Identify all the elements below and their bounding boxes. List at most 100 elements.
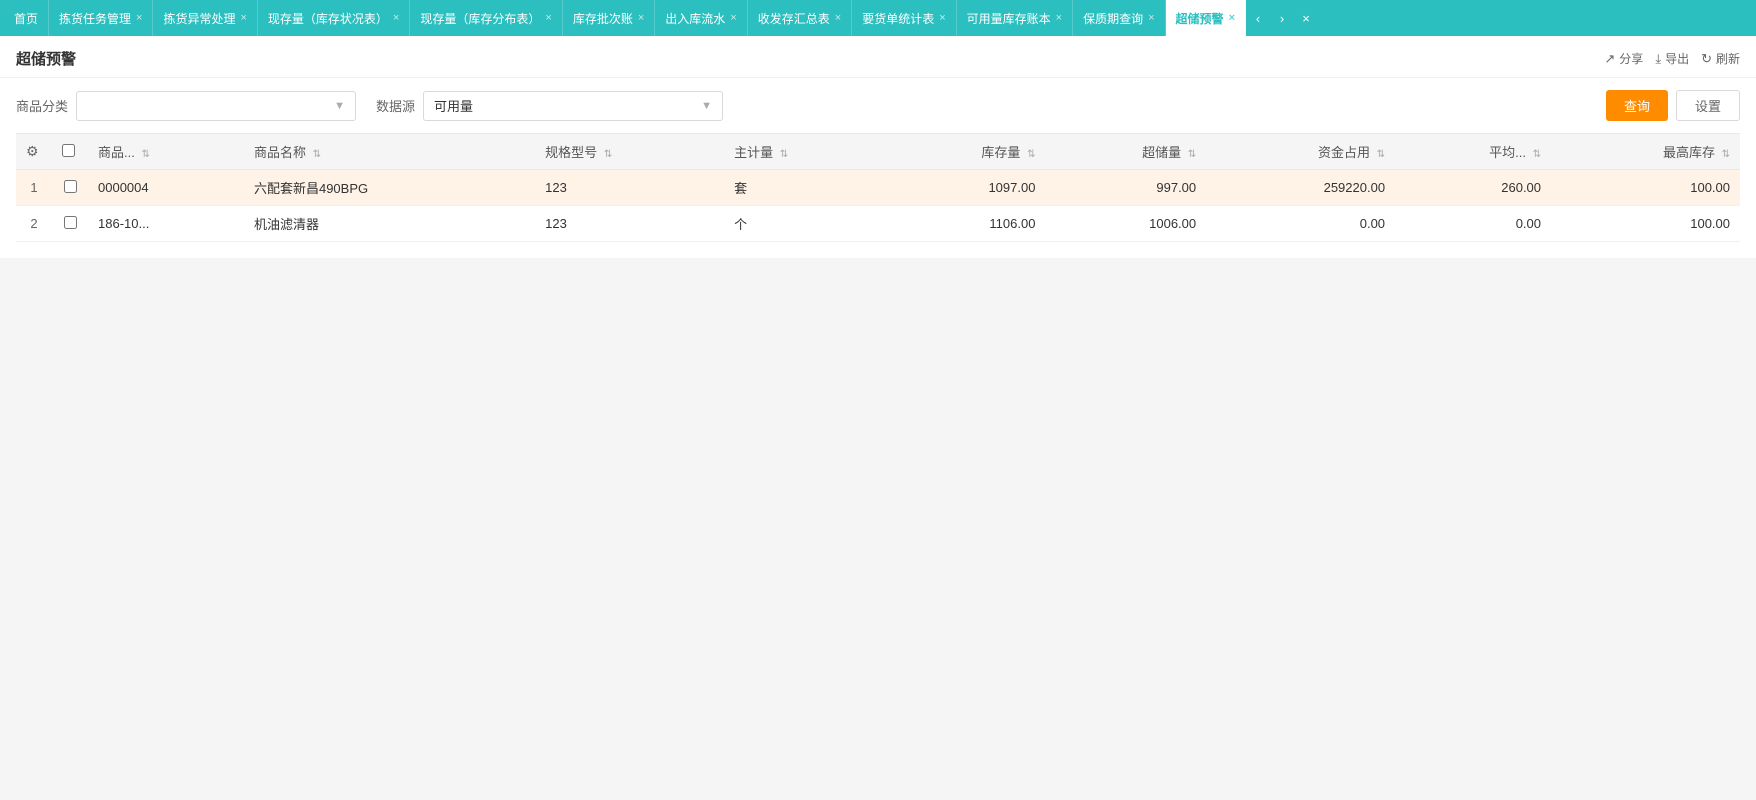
category-chevron-down-icon: ▼ — [334, 100, 345, 112]
datasource-label: 数据源 — [376, 96, 415, 115]
nav-tab-task[interactable]: 拣货任务管理 × — [49, 0, 153, 36]
select-all-checkbox[interactable] — [62, 144, 75, 157]
export-button[interactable]: ⤓ 导出 — [1655, 50, 1689, 67]
share-icon: ↗ — [1604, 51, 1615, 67]
close-exception-icon[interactable]: × — [240, 12, 246, 24]
row-name-0: 六配套新昌490BPG — [244, 170, 535, 206]
row-avg-0: 260.00 — [1395, 170, 1551, 206]
sort-capital-icon: ⇅ — [1377, 149, 1385, 160]
header-actions: ↗ 分享 ⤓ 导出 ↻ 刷新 — [1604, 50, 1740, 67]
row-num-1: 2 — [16, 206, 52, 242]
refresh-button[interactable]: ↻ 刷新 — [1701, 50, 1740, 67]
share-button[interactable]: ↗ 分享 — [1604, 50, 1643, 67]
close-task-icon[interactable]: × — [136, 12, 142, 24]
close-stock-dist-icon[interactable]: × — [545, 12, 551, 24]
sort-code-icon: ⇅ — [141, 149, 149, 160]
category-filter: 商品分类 ▼ — [16, 91, 356, 121]
row-checkbox-1[interactable] — [64, 216, 77, 229]
nav-tab-stock-status[interactable]: 现存量（库存状况表） × — [258, 0, 410, 36]
nav-tab-home[interactable]: 首页 — [4, 0, 49, 36]
close-collect-icon[interactable]: × — [835, 12, 841, 24]
column-settings-icon[interactable]: ⚙ — [26, 143, 39, 159]
row-code-0: 0000004 — [88, 170, 244, 206]
page-content: 超储预警 ↗ 分享 ⤓ 导出 ↻ 刷新 商品分类 ▼ 数据源 — [0, 36, 1756, 258]
nav-tab-flow[interactable]: 出入库流水 × — [655, 0, 747, 36]
close-stock-status-icon[interactable]: × — [393, 12, 399, 24]
category-label: 商品分类 — [16, 96, 68, 115]
table-row: 2 186-10... 机油滤清器 123 个 1106.00 1006.00 … — [16, 206, 1740, 242]
nav-tab-order-stat[interactable]: 要货单统计表 × — [852, 0, 956, 36]
sort-spec-icon: ⇅ — [604, 149, 612, 160]
nav-tab-collect[interactable]: 收发存汇总表 × — [748, 0, 852, 36]
datasource-value: 可用量 — [434, 96, 473, 115]
row-max-stock-1: 100.00 — [1551, 206, 1740, 242]
row-max-stock-0: 100.00 — [1551, 170, 1740, 206]
table-row: 1 0000004 六配套新昌490BPG 123 套 1097.00 997.… — [16, 170, 1740, 206]
nav-tab-exception[interactable]: 拣货异常处理 × — [153, 0, 257, 36]
table-wrapper: ⚙ 商品... ⇅ 商品名称 ⇅ 规格型号 ⇅ — [0, 133, 1756, 258]
col-stock[interactable]: 库存量 ⇅ — [885, 134, 1046, 170]
datasource-filter: 数据源 可用量 ▼ — [376, 91, 723, 121]
refresh-icon: ↻ — [1701, 51, 1712, 67]
nav-more-arrow[interactable]: × — [1294, 0, 1318, 36]
datasource-select[interactable]: 可用量 ▼ — [423, 91, 723, 121]
nav-tab-batch[interactable]: 库存批次账 × — [563, 0, 655, 36]
category-select[interactable]: ▼ — [76, 91, 356, 121]
col-unit[interactable]: 主计量 ⇅ — [724, 134, 885, 170]
col-avg[interactable]: 平均... ⇅ — [1395, 134, 1551, 170]
table-header-row: ⚙ 商品... ⇅ 商品名称 ⇅ 规格型号 ⇅ — [16, 134, 1740, 170]
row-overstock-1: 1006.00 — [1045, 206, 1206, 242]
row-checkbox-cell-1 — [52, 206, 88, 242]
top-nav: 首页 拣货任务管理 × 拣货异常处理 × 现存量（库存状况表） × 现存量（库存… — [0, 0, 1756, 36]
export-icon: ⤓ — [1655, 51, 1661, 67]
settings-button[interactable]: 设置 — [1676, 90, 1740, 121]
row-spec-1: 123 — [535, 206, 724, 242]
sort-max-stock-icon: ⇅ — [1722, 149, 1730, 160]
col-settings: ⚙ — [16, 134, 52, 170]
close-overstock-icon[interactable]: × — [1229, 12, 1235, 24]
col-spec[interactable]: 规格型号 ⇅ — [535, 134, 724, 170]
filter-area: 商品分类 ▼ 数据源 可用量 ▼ 查询 设置 — [0, 78, 1756, 133]
col-overstock[interactable]: 超储量 ⇅ — [1045, 134, 1206, 170]
nav-tab-overstock[interactable]: 超储预警 × — [1166, 0, 1246, 36]
row-stock-1: 1106.00 — [885, 206, 1046, 242]
datasource-chevron-down-icon: ▼ — [701, 100, 712, 112]
row-num-0: 1 — [16, 170, 52, 206]
nav-tab-stock-dist[interactable]: 现存量（库存分布表） × — [410, 0, 562, 36]
query-button[interactable]: 查询 — [1606, 90, 1668, 121]
close-flow-icon[interactable]: × — [730, 12, 736, 24]
row-unit-0: 套 — [724, 170, 885, 206]
sort-stock-icon: ⇅ — [1027, 149, 1035, 160]
col-max-stock[interactable]: 最高库存 ⇅ — [1551, 134, 1740, 170]
row-overstock-0: 997.00 — [1045, 170, 1206, 206]
nav-tab-available[interactable]: 可用量库存账本 × — [957, 0, 1073, 36]
sort-unit-icon: ⇅ — [780, 149, 788, 160]
row-spec-0: 123 — [535, 170, 724, 206]
close-batch-icon[interactable]: × — [638, 12, 644, 24]
row-unit-1: 个 — [724, 206, 885, 242]
sort-name-icon: ⇅ — [313, 149, 321, 160]
sort-avg-icon: ⇅ — [1533, 149, 1541, 160]
col-code[interactable]: 商品... ⇅ — [88, 134, 244, 170]
nav-tab-expiry[interactable]: 保质期查询 × — [1073, 0, 1165, 36]
col-name[interactable]: 商品名称 ⇅ — [244, 134, 535, 170]
row-avg-1: 0.00 — [1395, 206, 1551, 242]
filter-buttons: 查询 设置 — [1606, 90, 1740, 121]
sort-overstock-icon: ⇅ — [1188, 149, 1196, 160]
row-checkbox-cell-0 — [52, 170, 88, 206]
nav-prev-arrow[interactable]: ‹ — [1246, 0, 1270, 36]
row-name-1: 机油滤清器 — [244, 206, 535, 242]
close-order-stat-icon[interactable]: × — [939, 12, 945, 24]
row-checkbox-0[interactable] — [64, 180, 77, 193]
nav-next-arrow[interactable]: › — [1270, 0, 1294, 36]
row-capital-0: 259220.00 — [1206, 170, 1395, 206]
col-checkbox — [52, 134, 88, 170]
data-table: ⚙ 商品... ⇅ 商品名称 ⇅ 规格型号 ⇅ — [16, 133, 1740, 242]
row-code-1: 186-10... — [88, 206, 244, 242]
page-title: 超储预警 — [16, 48, 76, 69]
row-capital-1: 0.00 — [1206, 206, 1395, 242]
close-available-icon[interactable]: × — [1056, 12, 1062, 24]
row-stock-0: 1097.00 — [885, 170, 1046, 206]
close-expiry-icon[interactable]: × — [1148, 12, 1154, 24]
col-capital[interactable]: 资金占用 ⇅ — [1206, 134, 1395, 170]
